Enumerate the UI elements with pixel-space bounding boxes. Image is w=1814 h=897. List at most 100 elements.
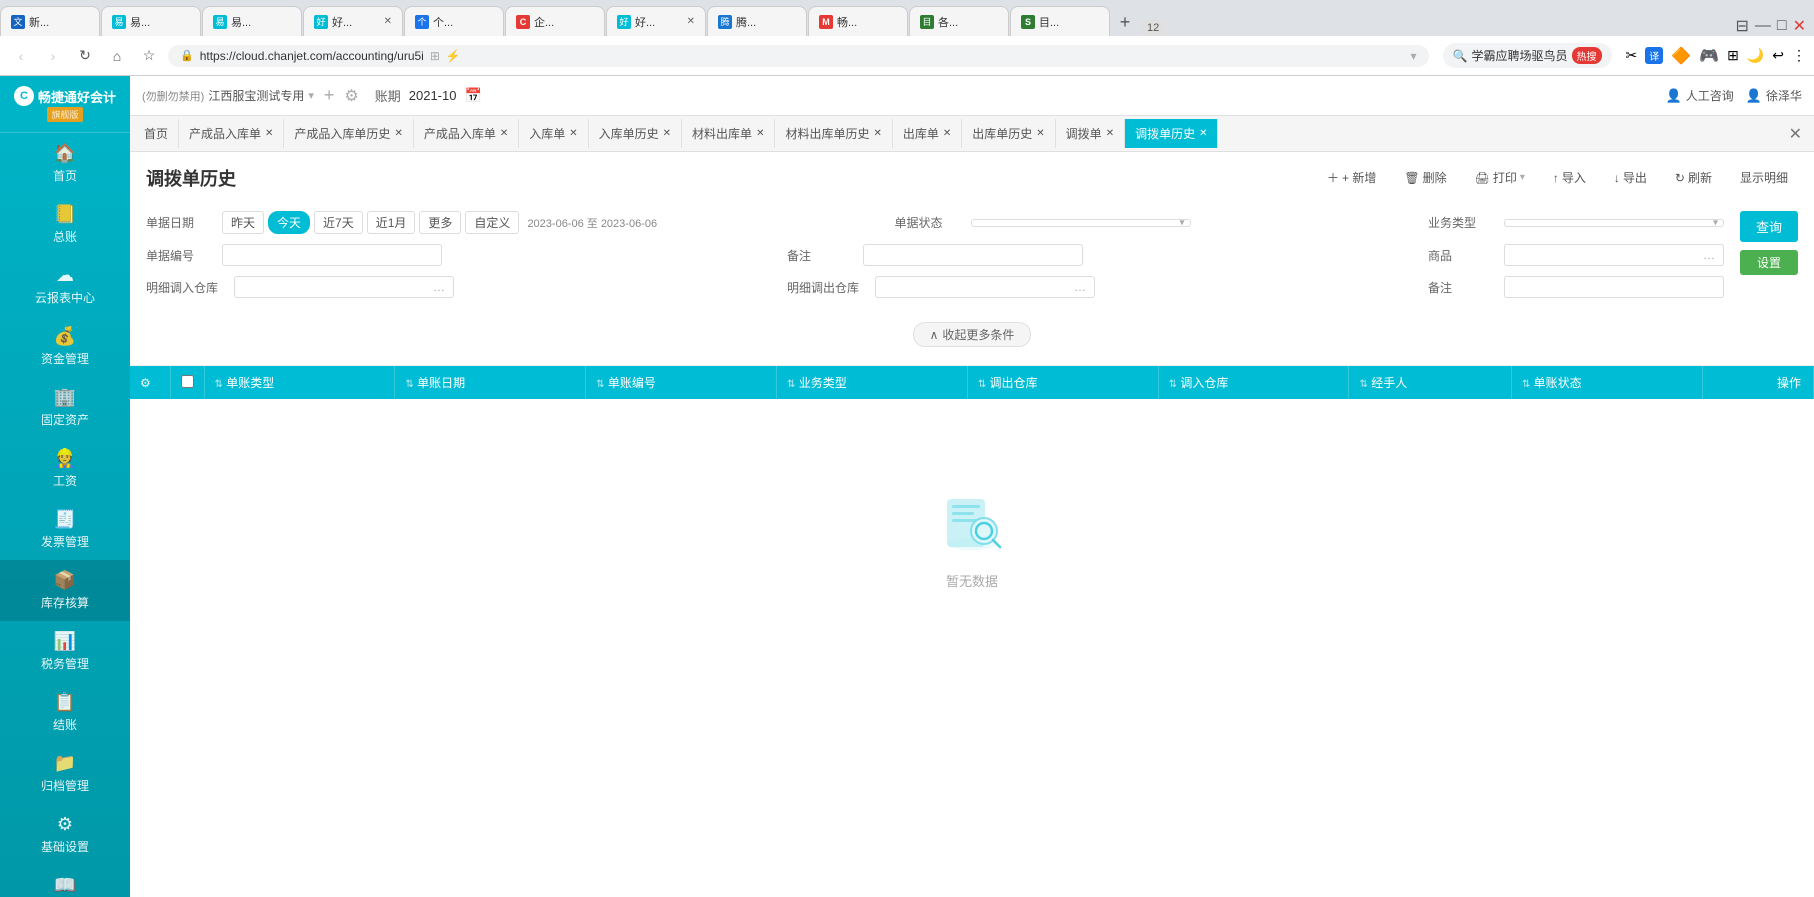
menu-dots-icon[interactable]: ⋮ xyxy=(1792,47,1806,64)
goods-select[interactable]: … xyxy=(1504,244,1724,266)
sidebar-item-invoice[interactable]: 🧾 发票管理 xyxy=(0,499,130,560)
scissors-icon[interactable]: ✂ xyxy=(1626,47,1638,64)
sidebar-item-cloud-report[interactable]: ☁ 云报表中心 xyxy=(0,255,130,316)
page-tab-close-10[interactable]: ✕ xyxy=(1106,128,1114,139)
browser-tab-4[interactable]: 好 好... ✕ xyxy=(303,6,403,36)
browser-tab-11[interactable]: S 目... xyxy=(1010,6,1110,36)
page-tab-inbound[interactable]: 入库单 ✕ xyxy=(519,119,588,148)
url-dropdown-icon[interactable]: ▾ xyxy=(1411,49,1417,63)
date-btn-yesterday[interactable]: 昨天 xyxy=(222,211,264,234)
date-btn-1month[interactable]: 近1月 xyxy=(367,211,416,234)
th-doc-type[interactable]: ⇅ 单账类型 xyxy=(204,366,395,399)
tab-close-4[interactable]: ✕ xyxy=(384,16,392,27)
page-tab-close-2[interactable]: ✕ xyxy=(394,128,402,139)
translate-icon[interactable]: 译 xyxy=(1645,47,1663,64)
user-avatar[interactable]: 👤 徐泽华 xyxy=(1746,87,1802,104)
browser-tab-2[interactable]: 易 易... xyxy=(101,6,201,36)
sidebar-item-close-account[interactable]: 📋 结账 xyxy=(0,682,130,743)
browser-tab-7[interactable]: 好 好... ✕ xyxy=(606,6,706,36)
back-button[interactable]: ‹ xyxy=(8,43,34,69)
page-tab-finished-goods-2[interactable]: 产成品入库单 ✕ xyxy=(414,119,519,148)
sidebar-item-fixed-assets[interactable]: 🏢 固定资产 xyxy=(0,377,130,438)
close-all-tabs-button[interactable]: ✕ xyxy=(1781,120,1810,148)
goods-more-icon[interactable]: … xyxy=(1703,248,1715,262)
table-gear-icon[interactable]: ⚙ xyxy=(140,376,151,390)
detail-in-more-icon[interactable]: … xyxy=(433,280,445,294)
date-btn-custom[interactable]: 自定义 xyxy=(465,211,519,234)
page-tab-close-4[interactable]: ✕ xyxy=(569,128,577,139)
sidebar-item-guide[interactable]: 📖 新手引导 xyxy=(0,865,130,897)
sidebar-item-payroll[interactable]: 👷 工资 xyxy=(0,438,130,499)
service-link[interactable]: 👤 人工咨询 xyxy=(1666,87,1734,104)
page-tab-close-7[interactable]: ✕ xyxy=(873,128,881,139)
tab-close-7[interactable]: ✕ xyxy=(687,16,695,27)
page-tab-finished-goods-history[interactable]: 产成品入库单历史 ✕ xyxy=(284,119,413,148)
filter-setting-button[interactable]: 设置 xyxy=(1740,250,1798,275)
minimize-icon[interactable]: — xyxy=(1755,17,1771,35)
browser-tab-5[interactable]: 个 个... xyxy=(404,6,504,36)
refresh-browser-button[interactable]: ↻ xyxy=(72,43,98,69)
undo-icon[interactable]: ↩ xyxy=(1772,47,1784,64)
th-out-warehouse[interactable]: ⇅ 调出仓库 xyxy=(967,366,1158,399)
page-tab-finished-goods[interactable]: 产成品入库单 ✕ xyxy=(179,119,284,148)
forward-button[interactable]: › xyxy=(40,43,66,69)
date-btn-today[interactable]: 今天 xyxy=(268,211,310,234)
sidebar-item-home[interactable]: 🏠 首页 xyxy=(0,133,130,194)
detail-out-select[interactable]: … xyxy=(875,276,1095,298)
query-button[interactable]: 查询 xyxy=(1740,211,1798,242)
collapse-filter-button[interactable]: ∧ 收起更多条件 xyxy=(913,322,1032,347)
new-tab-button[interactable]: + xyxy=(1111,8,1139,36)
browser-tab-10[interactable]: 目 各... xyxy=(909,6,1009,36)
add-company-button[interactable]: + xyxy=(322,85,337,106)
sidebar-item-ledger[interactable]: 📒 总账 xyxy=(0,194,130,255)
browser-tab-3[interactable]: 易 易... xyxy=(202,6,302,36)
page-tab-material-out[interactable]: 材料出库单 ✕ xyxy=(682,119,775,148)
th-doc-date[interactable]: ⇅ 单账日期 xyxy=(395,366,586,399)
browser-tab-6[interactable]: C 企... xyxy=(505,6,605,36)
url-bar[interactable]: 🔒 https://cloud.chanjet.com/accounting/u… xyxy=(168,45,1429,67)
page-tab-close-5[interactable]: ✕ xyxy=(663,128,671,139)
detail-in-select[interactable]: … xyxy=(234,276,454,298)
select-all-checkbox[interactable] xyxy=(181,375,194,388)
browser-tab-1[interactable]: 文 新... xyxy=(0,6,100,36)
refresh-button[interactable]: ↻ 刷新 xyxy=(1665,164,1722,191)
biz-type-select[interactable] xyxy=(1504,219,1724,227)
status-select[interactable] xyxy=(971,219,1191,227)
grid-apps-icon[interactable]: ⊞ xyxy=(1727,47,1739,64)
page-tab-close-3[interactable]: ✕ xyxy=(500,128,508,139)
browser-tab-9[interactable]: M 畅... xyxy=(808,6,908,36)
page-tab-home[interactable]: 首页 xyxy=(134,119,179,148)
remark-input[interactable] xyxy=(863,244,1083,266)
doc-no-input[interactable] xyxy=(222,244,442,266)
page-tab-close-8[interactable]: ✕ xyxy=(943,128,951,139)
status-select-wrap[interactable] xyxy=(971,219,1191,227)
extension-icon-2[interactable]: 🎮 xyxy=(1699,46,1719,66)
bookmark-button[interactable]: ☆ xyxy=(136,43,162,69)
print-button[interactable]: 🖨 打印 ▾ xyxy=(1465,164,1535,191)
biz-type-select-wrap[interactable] xyxy=(1504,219,1724,227)
th-gear[interactable]: ⚙ xyxy=(130,366,170,399)
maximize-icon[interactable]: □ xyxy=(1777,17,1787,35)
page-tab-material-out-history[interactable]: 材料出库单历史 ✕ xyxy=(775,119,892,148)
extension-icon-1[interactable]: 🔶 xyxy=(1671,46,1691,66)
sidebar-item-tax[interactable]: 📊 税务管理 xyxy=(0,621,130,682)
th-doc-status[interactable]: ⇅ 单账状态 xyxy=(1511,366,1702,399)
date-btn-more[interactable]: 更多 xyxy=(419,211,461,234)
sidebar-item-archive[interactable]: 📁 归档管理 xyxy=(0,743,130,804)
tab-menu-icon[interactable]: ⊟ xyxy=(1736,16,1749,36)
settings-gear-icon[interactable]: ⚙ xyxy=(344,86,358,106)
browser-tab-8[interactable]: 腾 腾... xyxy=(707,6,807,36)
sidebar-item-finance[interactable]: 💰 资金管理 xyxy=(0,316,130,377)
th-in-warehouse[interactable]: ⇅ 调入仓库 xyxy=(1158,366,1349,399)
page-tab-transfer[interactable]: 调拨单 ✕ xyxy=(1056,119,1125,148)
page-tab-outbound[interactable]: 出库单 ✕ xyxy=(893,119,962,148)
page-tab-transfer-history[interactable]: 调拨单历史 ✕ xyxy=(1125,119,1218,148)
th-doc-no[interactable]: ⇅ 单账编号 xyxy=(586,366,777,399)
display-detail-button[interactable]: 显示明细 xyxy=(1730,164,1798,191)
detail-out-more-icon[interactable]: … xyxy=(1074,280,1086,294)
night-mode-icon[interactable]: 🌙 xyxy=(1747,47,1764,64)
close-window-icon[interactable]: ✕ xyxy=(1793,16,1806,36)
calendar-icon[interactable]: 📅 xyxy=(464,87,481,104)
home-button[interactable]: ⌂ xyxy=(104,43,130,69)
page-tab-close-6[interactable]: ✕ xyxy=(756,128,764,139)
